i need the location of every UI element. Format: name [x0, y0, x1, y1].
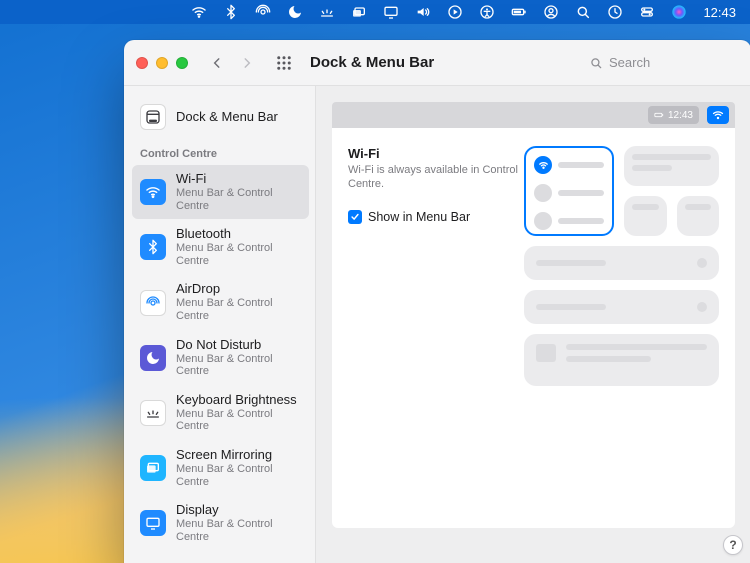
sidebar-item-label: Bluetooth [176, 227, 301, 242]
display-icon [140, 510, 166, 536]
airdrop-icon[interactable] [255, 4, 271, 20]
menu-bar-clock[interactable]: 12:43 [703, 5, 736, 20]
fullscreen-button[interactable] [176, 57, 188, 69]
close-button[interactable] [136, 57, 148, 69]
search-placeholder: Search [609, 55, 650, 70]
time-machine-icon[interactable] [607, 4, 623, 20]
detail-panel: 12:43 Wi-Fi Wi-Fi is always available in… [316, 86, 750, 563]
sidebar-item-label: Wi-Fi [176, 172, 301, 187]
do-not-disturb-icon[interactable] [287, 4, 303, 20]
sidebar-section-header: Control Centre [132, 138, 315, 164]
sidebar: Dock & Menu Bar Control Centre Wi-Fi Men… [124, 86, 316, 563]
back-button[interactable] [206, 52, 228, 74]
cc-preview-active-module [524, 146, 614, 236]
sidebar-item-label: Do Not Disturb [176, 338, 301, 353]
cc-preview-module [677, 196, 720, 236]
sidebar-item-label: Keyboard Brightness [176, 393, 301, 408]
screen-mirroring-icon [140, 455, 166, 481]
keyboard-brightness-icon [140, 400, 166, 426]
cc-preview-slider [524, 290, 719, 324]
preview-clock: 12:43 [668, 110, 693, 121]
sidebar-item-keyboard-brightness[interactable]: Keyboard Brightness Menu Bar & Control C… [132, 386, 309, 440]
window-title: Dock & Menu Bar [310, 54, 434, 71]
sidebar-item-screen-mirroring[interactable]: Screen Mirroring Menu Bar & Control Cent… [132, 441, 309, 495]
sidebar-item-sublabel: Menu Bar & Control Centre [176, 518, 301, 543]
display-icon[interactable] [383, 4, 399, 20]
cc-preview-module [624, 196, 667, 236]
control-centre-preview [524, 146, 719, 386]
macos-menu-bar: 12:43 [0, 0, 750, 24]
airdrop-icon [140, 290, 166, 316]
menu-bar-preview: 12:43 [332, 102, 735, 128]
sidebar-item-label: Dock & Menu Bar [176, 110, 278, 125]
screen-mirroring-icon[interactable] [351, 4, 367, 20]
wifi-icon[interactable] [191, 4, 207, 20]
help-button[interactable]: ? [723, 535, 743, 555]
checkbox-label: Show in Menu Bar [368, 210, 470, 224]
sidebar-item-label: AirDrop [176, 282, 301, 297]
sidebar-item-airdrop[interactable]: AirDrop Menu Bar & Control Centre [132, 275, 309, 329]
preferences-window: Dock & Menu Bar Search Dock & Menu Bar C… [124, 40, 750, 563]
sidebar-item-sublabel: Menu Bar & Control Centre [176, 463, 301, 488]
forward-button[interactable] [236, 52, 258, 74]
window-controls [136, 57, 188, 69]
cc-preview-module [624, 146, 719, 186]
battery-preview-icon: 12:43 [648, 106, 699, 124]
cc-preview-slider [524, 246, 719, 280]
sidebar-item-label: Display [176, 503, 301, 518]
siri-icon[interactable] [671, 4, 687, 20]
now-playing-icon[interactable] [447, 4, 463, 20]
sidebar-item-sublabel: Menu Bar & Control Centre [176, 408, 301, 433]
sidebar-item-label: Screen Mirroring [176, 448, 301, 463]
sidebar-item-dock-and-menu-bar[interactable]: Dock & Menu Bar [132, 97, 309, 137]
control-centre-icon[interactable] [639, 4, 655, 20]
toolbar: Dock & Menu Bar Search [124, 40, 750, 86]
sidebar-item-do-not-disturb[interactable]: Do Not Disturb Menu Bar & Control Centre [132, 331, 309, 385]
sidebar-item-bluetooth[interactable]: Bluetooth Menu Bar & Control Centre [132, 220, 309, 274]
cc-wifi-dot-icon [534, 156, 552, 174]
cc-preview-nowplaying [524, 334, 719, 386]
sidebar-item-sublabel: Menu Bar & Control Centre [176, 187, 301, 212]
sound-icon[interactable] [415, 4, 431, 20]
sidebar-item-display[interactable]: Display Menu Bar & Control Centre [132, 496, 309, 550]
battery-icon[interactable] [511, 4, 527, 20]
moon-icon [140, 345, 166, 371]
user-icon[interactable] [543, 4, 559, 20]
search-field[interactable]: Search [589, 51, 739, 75]
accessibility-icon[interactable] [479, 4, 495, 20]
minimize-button[interactable] [156, 57, 168, 69]
detail-description: Wi-Fi is always available in Control Cen… [348, 163, 528, 192]
keyboard-brightness-icon[interactable] [319, 4, 335, 20]
sidebar-item-wifi[interactable]: Wi-Fi Menu Bar & Control Centre [132, 165, 309, 219]
wifi-preview-icon [707, 106, 729, 124]
detail-content: Wi-Fi Wi-Fi is always available in Contr… [332, 128, 735, 528]
sidebar-item-sublabel: Menu Bar & Control Centre [176, 242, 301, 267]
checkbox-icon [348, 210, 362, 224]
wifi-icon [140, 179, 166, 205]
bluetooth-icon[interactable] [223, 4, 239, 20]
search-icon [589, 56, 603, 70]
sidebar-item-sublabel: Menu Bar & Control Centre [176, 353, 301, 378]
bluetooth-icon [140, 234, 166, 260]
spotlight-icon[interactable] [575, 4, 591, 20]
sidebar-item-sublabel: Menu Bar & Control Centre [176, 297, 301, 322]
dock-menu-icon [140, 104, 166, 130]
show-all-button[interactable] [274, 53, 294, 73]
